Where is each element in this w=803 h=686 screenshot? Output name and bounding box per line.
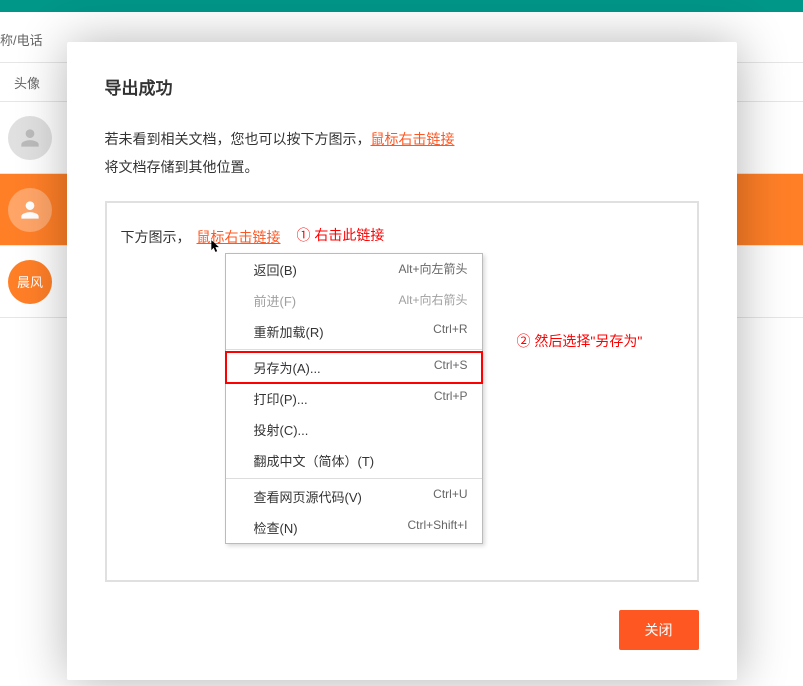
menu-item-back[interactable]: 返回(B) Alt+向左箭头 [226, 254, 482, 285]
menu-label: 检查(N) [254, 518, 298, 537]
menu-label: 翻成中文（简体）(T) [254, 451, 375, 470]
context-menu: 返回(B) Alt+向左箭头 前进(F) Alt+向右箭头 重新加载(R) Ct… [225, 253, 483, 544]
export-success-modal: 导出成功 若未看到相关文档，您也可以按下方图示，鼠标右击链接 将文档存储到其他位… [67, 42, 737, 680]
modal-text-line2: 将文档存储到其他位置。 [105, 159, 259, 175]
menu-label: 重新加载(R) [254, 322, 324, 341]
close-button[interactable]: 关闭 [619, 610, 699, 650]
menu-label: 打印(P)... [254, 389, 308, 408]
cursor-icon [209, 239, 223, 253]
menu-item-reload[interactable]: 重新加载(R) Ctrl+R [226, 316, 482, 347]
menu-shortcut: Ctrl+U [433, 487, 467, 506]
instruction-link[interactable]: 鼠标右击链接 [197, 227, 281, 247]
instruction-top: 下方图示， 鼠标右击链接 ① 右击此链接 [121, 227, 683, 247]
menu-item-forward: 前进(F) Alt+向右箭头 [226, 285, 482, 316]
menu-shortcut: Alt+向右箭头 [398, 291, 467, 310]
modal-overlay: 导出成功 若未看到相关文档，您也可以按下方图示，鼠标右击链接 将文档存储到其他位… [0, 0, 803, 686]
menu-item-view-source[interactable]: 查看网页源代码(V) Ctrl+U [226, 481, 482, 512]
menu-separator [226, 478, 482, 479]
instruction-box: 下方图示， 鼠标右击链接 ① 右击此链接 ② 然后选择"另存为" 返回(B) A… [105, 201, 699, 582]
menu-label: 另存为(A)... [254, 358, 321, 377]
menu-item-inspect[interactable]: 检查(N) Ctrl+Shift+I [226, 512, 482, 543]
modal-title: 导出成功 [105, 74, 699, 99]
modal-text: 若未看到相关文档，您也可以按下方图示，鼠标右击链接 将文档存储到其他位置。 [105, 125, 699, 181]
menu-separator [226, 349, 482, 350]
instruction-prefix: 下方图示， [121, 227, 191, 247]
menu-label: 前进(F) [254, 291, 297, 310]
menu-item-print[interactable]: 打印(P)... Ctrl+P [226, 383, 482, 414]
menu-shortcut: Ctrl+Shift+I [407, 518, 467, 537]
annotation-1: ① 右击此链接 [297, 225, 385, 245]
menu-item-translate[interactable]: 翻成中文（简体）(T) [226, 445, 482, 476]
modal-text-before: 若未看到相关文档，您也可以按下方图示， [105, 131, 371, 147]
menu-label: 查看网页源代码(V) [254, 487, 362, 506]
menu-shortcut: Ctrl+P [434, 389, 468, 408]
menu-label: 返回(B) [254, 260, 297, 279]
menu-shortcut: Ctrl+R [433, 322, 467, 341]
menu-shortcut: Alt+向左箭头 [398, 260, 467, 279]
annotation-2: ② 然后选择"另存为" [517, 331, 643, 351]
menu-label: 投射(C)... [254, 420, 309, 439]
menu-item-cast[interactable]: 投射(C)... [226, 414, 482, 445]
menu-item-save-as[interactable]: 另存为(A)... Ctrl+S [226, 352, 482, 383]
right-click-link[interactable]: 鼠标右击链接 [371, 131, 455, 147]
modal-footer: 关闭 [105, 610, 699, 650]
menu-shortcut: Ctrl+S [434, 358, 468, 377]
